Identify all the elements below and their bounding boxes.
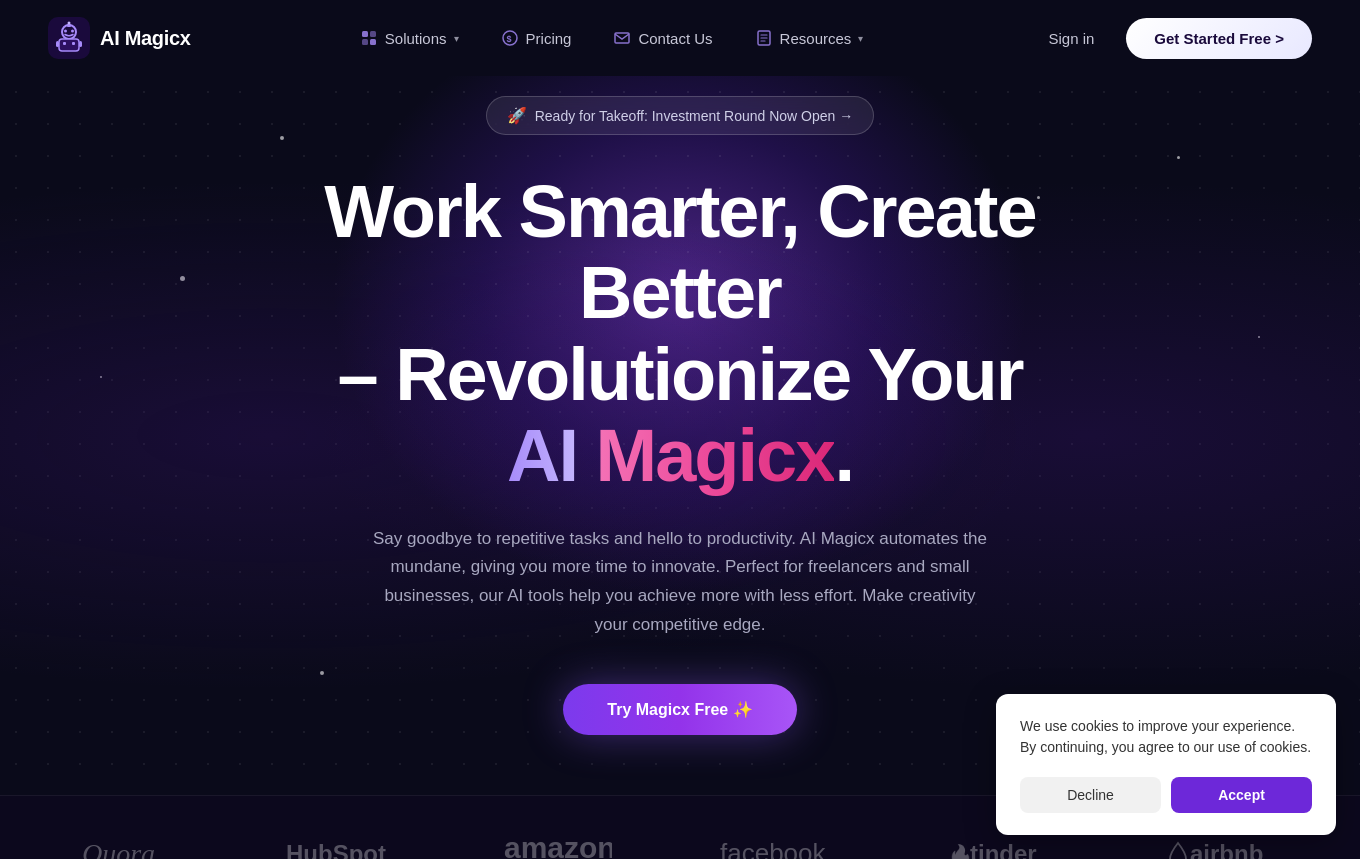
airbnb-svg: airbnb [1160,835,1280,859]
logo-facebook: facebook [718,835,838,859]
solutions-chevron: ▾ [454,33,459,44]
svg-rect-7 [63,42,66,45]
hero-title-ai: AI [507,414,577,497]
rocket-icon: 🚀 [507,106,527,125]
logo-tinder: tinder 🔥 [944,835,1054,859]
hero-title-line3: AI Magicx. [280,415,1080,496]
solutions-icon [360,29,378,47]
logo-hubspot: HubSpot [286,835,396,859]
svg-rect-11 [362,31,368,37]
cookie-actions: Decline Accept [1020,777,1312,813]
sparkle-3 [180,276,185,281]
amazon-svg: amazon [502,828,612,859]
svg-rect-9 [56,41,59,47]
svg-text:🔥: 🔥 [948,843,973,859]
cookie-accept-button[interactable]: Accept [1171,777,1312,813]
hero-description: Say goodbye to repetitive tasks and hell… [370,525,990,641]
svg-rect-12 [370,31,376,37]
nav-item-solutions[interactable]: Solutions ▾ [342,21,477,55]
sparkle-1 [280,136,284,140]
svg-rect-10 [79,41,82,47]
nav-actions: Sign in Get Started Free > [1032,18,1312,59]
svg-rect-14 [370,39,376,45]
sparkle-5 [320,671,324,675]
hero-section: 🚀 Ready for Takeoff: Investment Round No… [0,76,1360,795]
svg-text:tinder: tinder [970,840,1037,859]
svg-rect-13 [362,39,368,45]
tinder-svg: tinder 🔥 [944,835,1054,859]
svg-rect-8 [72,42,75,45]
try-magicx-button[interactable]: Try Magicx Free ✨ [563,684,796,735]
hubspot-svg: HubSpot [286,835,396,859]
logo[interactable]: AI Magicx [48,17,191,59]
logo-text: AI Magicx [100,27,191,50]
logo-airbnb: airbnb [1160,835,1280,859]
svg-text:amazon: amazon [504,831,612,859]
cookie-text: We use cookies to improve your experienc… [1020,716,1312,759]
svg-text:$: $ [506,34,511,44]
nav-item-contact[interactable]: Contact Us [595,21,730,55]
svg-text:airbnb: airbnb [1190,840,1263,859]
get-started-button[interactable]: Get Started Free > [1126,18,1312,59]
facebook-svg: facebook [718,835,838,859]
svg-text:Quora: Quora [82,838,155,859]
nav-item-resources[interactable]: Resources ▾ [737,21,882,55]
hero-title: Work Smarter, Create Better – Revolution… [280,171,1080,497]
logo-icon [48,17,90,59]
sparkle-7 [100,376,102,378]
sparkle-4 [1177,156,1180,159]
contact-icon [613,29,631,47]
announcement-badge[interactable]: 🚀 Ready for Takeoff: Investment Round No… [486,96,875,135]
cookie-decline-button[interactable]: Decline [1020,777,1161,813]
svg-text:HubSpot: HubSpot [286,840,386,859]
hero-title-magicx: Magicx [596,414,835,497]
svg-point-3 [71,30,74,33]
logo-quora: Quora [80,835,180,859]
cookie-banner: We use cookies to improve your experienc… [996,694,1336,835]
sparkle-8 [1258,336,1260,338]
svg-text:facebook: facebook [720,838,827,859]
signin-button[interactable]: Sign in [1032,22,1110,55]
hero-title-line1: Work Smarter, Create Better [280,171,1080,334]
svg-point-2 [64,30,67,33]
nav-links: Solutions ▾ $ Pricing Contact Us Res [342,21,881,55]
resources-chevron: ▾ [858,33,863,44]
hero-title-line2: – Revolutionize Your [280,334,1080,415]
resources-icon [755,29,773,47]
svg-rect-6 [59,39,79,51]
quora-svg: Quora [80,835,180,859]
svg-point-5 [68,22,71,25]
hero-title-dot: . [834,414,853,497]
navbar: AI Magicx Solutions ▾ $ Pricing [0,0,1360,76]
pricing-icon: $ [501,29,519,47]
logo-amazon: amazon [502,828,612,859]
announcement-text: Ready for Takeoff: Investment Round Now … [535,108,854,124]
nav-item-pricing[interactable]: $ Pricing [483,21,590,55]
